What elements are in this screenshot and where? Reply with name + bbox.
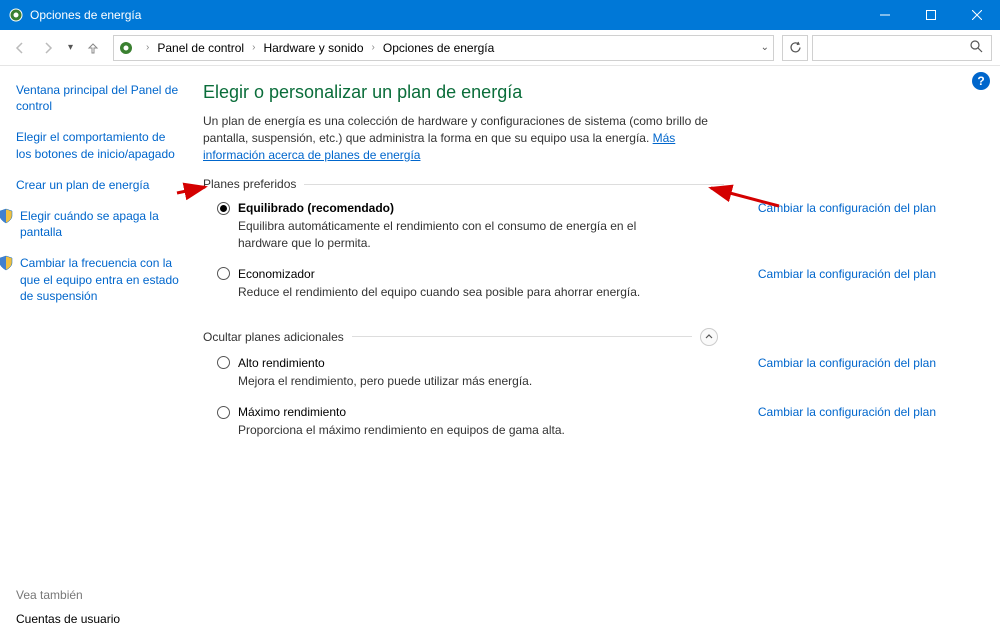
refresh-button[interactable] — [782, 35, 808, 61]
maximize-button[interactable] — [908, 0, 954, 30]
search-icon — [970, 40, 983, 56]
preferred-plans-header: Planes preferidos — [203, 177, 976, 191]
plan-description: Mejora el rendimiento, pero puede utiliz… — [203, 371, 663, 403]
main-content: ? Elegir o personalizar un plan de energ… — [195, 66, 1000, 642]
plan-description: Equilibra automáticamente el rendimiento… — [203, 216, 663, 264]
plan-row-max-performance[interactable]: Máximo rendimiento Cambiar la configurac… — [203, 403, 976, 420]
plan-row-economizer[interactable]: Economizador Cambiar la configuración de… — [203, 265, 976, 282]
radio-balanced[interactable] — [217, 202, 230, 215]
chevron-right-icon[interactable]: › — [246, 42, 261, 53]
plan-name: Equilibrado (recomendado) — [238, 201, 394, 215]
title-bar: Opciones de energía — [0, 0, 1000, 30]
minimize-button[interactable] — [862, 0, 908, 30]
plan-name: Alto rendimiento — [238, 356, 325, 370]
chevron-right-icon[interactable]: › — [140, 42, 155, 53]
close-button[interactable] — [954, 0, 1000, 30]
plan-row-high-performance[interactable]: Alto rendimiento Cambiar la configuració… — [203, 354, 976, 371]
change-plan-settings-link[interactable]: Cambiar la configuración del plan — [758, 405, 936, 419]
sidebar-link-control-panel-home[interactable]: Ventana principal del Panel de control — [16, 82, 183, 114]
hide-additional-plans-header[interactable]: Ocultar planes adicionales — [203, 328, 976, 346]
plan-row-balanced[interactable]: Equilibrado (recomendado) Cambiar la con… — [203, 199, 976, 216]
window-title: Opciones de energía — [30, 8, 141, 22]
plan-name: Economizador — [238, 267, 315, 281]
crumb-control-panel[interactable]: Panel de control — [155, 41, 246, 55]
radio-economizer[interactable] — [217, 267, 230, 280]
history-dropdown[interactable]: ▾ — [64, 42, 77, 53]
shield-icon — [0, 208, 14, 224]
sidebar-link-create-plan[interactable]: Crear un plan de energía — [16, 177, 183, 193]
see-also-header: Vea también — [16, 588, 183, 602]
crumb-hardware-sound[interactable]: Hardware y sonido — [261, 41, 365, 55]
page-title: Elegir o personalizar un plan de energía — [203, 82, 976, 103]
sidebar-link-sleep-frequency[interactable]: Cambiar la frecuencia con la que el equi… — [16, 255, 183, 304]
page-description: Un plan de energía es una colección de h… — [203, 113, 723, 163]
toolbar: ▾ › Panel de control › Hardware y sonido… — [0, 30, 1000, 66]
plan-description: Reduce el rendimiento del equipo cuando … — [203, 282, 663, 314]
address-dropdown[interactable]: ⌄ — [761, 42, 769, 53]
collapse-button[interactable] — [700, 328, 718, 346]
radio-high-performance[interactable] — [217, 356, 230, 369]
change-plan-settings-link[interactable]: Cambiar la configuración del plan — [758, 267, 936, 281]
crumb-power-options[interactable]: Opciones de energía — [381, 41, 496, 55]
sidebar-link-display-off[interactable]: Elegir cuándo se apaga la pantalla — [16, 208, 183, 240]
sidebar: Ventana principal del Panel de control E… — [0, 66, 195, 642]
forward-button[interactable] — [36, 36, 60, 60]
help-button[interactable]: ? — [972, 72, 990, 90]
plan-name: Máximo rendimiento — [238, 405, 346, 419]
shield-icon — [0, 255, 14, 271]
back-button[interactable] — [8, 36, 32, 60]
breadcrumb: › Panel de control › Hardware y sonido ›… — [140, 41, 761, 55]
plan-description: Proporciona el máximo rendimiento en equ… — [203, 420, 663, 452]
location-icon — [118, 40, 134, 56]
app-icon — [8, 7, 24, 23]
change-plan-settings-link[interactable]: Cambiar la configuración del plan — [758, 201, 936, 215]
chevron-right-icon[interactable]: › — [366, 42, 381, 53]
see-also-user-accounts[interactable]: Cuentas de usuario — [16, 612, 183, 626]
radio-max-performance[interactable] — [217, 406, 230, 419]
up-button[interactable] — [81, 36, 105, 60]
change-plan-settings-link[interactable]: Cambiar la configuración del plan — [758, 356, 936, 370]
search-input[interactable] — [812, 35, 992, 61]
window-controls — [862, 0, 1000, 30]
address-bar[interactable]: › Panel de control › Hardware y sonido ›… — [113, 35, 774, 61]
sidebar-link-button-behavior[interactable]: Elegir el comportamiento de los botones … — [16, 129, 183, 161]
